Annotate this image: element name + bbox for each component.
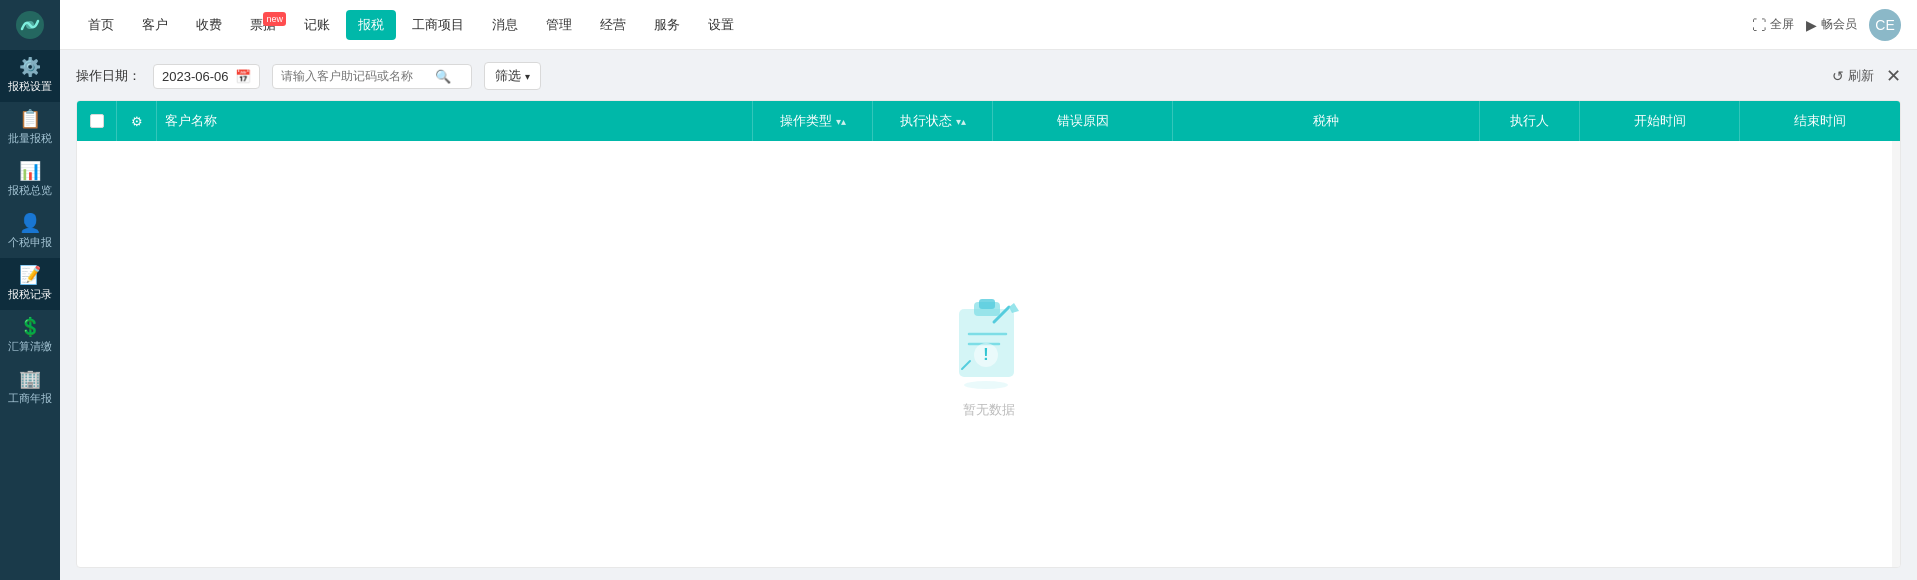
sidebar-item-baoshui-jilu[interactable]: 📝 报税记录	[0, 258, 60, 310]
sidebar-item-huisuan-jiaona[interactable]: 💲 汇算清缴	[0, 310, 60, 362]
nav-item-shoufei[interactable]: 收费	[184, 10, 234, 40]
sidebar: ⚙️ 报税设置 📋 批量报税 📊 报税总览 👤 个税申报 📝 报税记录 💲 汇算…	[0, 0, 60, 580]
filter-chevron-icon: ▾	[525, 71, 530, 82]
empty-illustration: !	[944, 289, 1034, 389]
filter-label: 筛选	[495, 67, 521, 85]
refresh-icon: ↺	[1832, 68, 1844, 84]
filter-button[interactable]: 筛选 ▾	[484, 62, 541, 90]
th-executor: 执行人	[1480, 101, 1580, 141]
nav-item-gongshang-xiangmu[interactable]: 工商项目	[400, 10, 476, 40]
sort-icon: ▾▴	[836, 116, 846, 127]
nav-item-jingying[interactable]: 经营	[588, 10, 638, 40]
th-name: 客户名称	[157, 101, 753, 141]
nav-item-kehu[interactable]: 客户	[130, 10, 180, 40]
svg-rect-4	[979, 299, 995, 309]
th-tax-type: 税种	[1173, 101, 1480, 141]
member-button[interactable]: ▶ 畅会员	[1806, 16, 1857, 33]
nav-item-jizhi[interactable]: 记账	[292, 10, 342, 40]
nav-item-guanli[interactable]: 管理	[534, 10, 584, 40]
fullscreen-icon: ⛶	[1752, 17, 1766, 33]
nav-badge-new: new	[263, 12, 286, 26]
main-area: 首页 客户 收费 票据 new 记账 报税 工商项目 消息	[60, 0, 1917, 580]
th-op-type[interactable]: 操作类型 ▾▴	[753, 101, 873, 141]
sidebar-item-label: 汇算清缴	[8, 339, 52, 354]
member-label: 畅会员	[1821, 16, 1857, 33]
refresh-label: 刷新	[1848, 67, 1874, 85]
nav-item-shouye[interactable]: 首页	[76, 10, 126, 40]
nav-item-fuwu[interactable]: 服务	[642, 10, 692, 40]
refresh-button[interactable]: ↺ 刷新	[1832, 67, 1874, 85]
th-status[interactable]: 执行状态 ▾▴	[873, 101, 993, 141]
select-all-checkbox[interactable]	[90, 114, 104, 128]
nav-item-baoshui[interactable]: 报税	[346, 10, 396, 40]
empty-state: ! 暂无数据	[944, 289, 1034, 419]
baoshui-zonlan-icon: 📊	[19, 162, 41, 180]
empty-text: 暂无数据	[963, 401, 1015, 419]
sidebar-item-geshui-shenbao[interactable]: 👤 个税申报	[0, 206, 60, 258]
sidebar-logo	[0, 0, 60, 50]
nav-item-shezhi[interactable]: 设置	[696, 10, 746, 40]
svg-point-11	[964, 381, 1008, 389]
fullscreen-button[interactable]: ⛶ 全屏	[1752, 16, 1794, 33]
sort-icon: ▾▴	[956, 116, 966, 127]
search-icon: 🔍	[435, 69, 451, 84]
table-body: ! 暂无数据	[77, 141, 1900, 567]
sidebar-item-baoshui-zonlan[interactable]: 📊 报税总览	[0, 154, 60, 206]
date-picker[interactable]: 2023-06-06 📅	[153, 64, 260, 89]
scroll-track[interactable]	[1892, 141, 1900, 567]
th-error-reason: 错误原因	[993, 101, 1173, 141]
content: 操作日期： 2023-06-06 📅 🔍 筛选 ▾ ↺ 刷新 ✕	[60, 50, 1917, 580]
toolbar: 操作日期： 2023-06-06 📅 🔍 筛选 ▾ ↺ 刷新 ✕	[76, 62, 1901, 90]
member-icon: ▶	[1806, 17, 1817, 33]
table-container: ⚙ 客户名称 操作类型 ▾▴ 执行状态 ▾▴ 错误原因 税种	[76, 100, 1901, 568]
th-checkbox[interactable]	[77, 101, 117, 141]
piliang-baoshui-icon: 📋	[19, 110, 41, 128]
top-nav: 首页 客户 收费 票据 new 记账 报税 工商项目 消息	[60, 0, 1917, 50]
sidebar-item-label: 报税记录	[8, 287, 52, 302]
user-avatar[interactable]: CE	[1869, 9, 1901, 41]
gongshang-nianbao-icon: 🏢	[19, 370, 41, 388]
date-value: 2023-06-06	[162, 69, 229, 84]
search-box[interactable]: 🔍	[272, 64, 472, 89]
th-gear[interactable]: ⚙	[117, 101, 157, 141]
th-end-time: 结束时间	[1740, 101, 1900, 141]
table-header: ⚙ 客户名称 操作类型 ▾▴ 执行状态 ▾▴ 错误原因 税种	[77, 101, 1900, 141]
huisuan-jiaona-icon: 💲	[19, 318, 41, 336]
nav-item-piaoju[interactable]: 票据 new	[238, 10, 288, 40]
baoshui-shezhi-icon: ⚙️	[19, 58, 41, 76]
sidebar-item-label: 批量报税	[8, 131, 52, 146]
nav-right: ⛶ 全屏 ▶ 畅会员 CE	[1752, 9, 1901, 41]
nav-item-xiaoxi[interactable]: 消息	[480, 10, 530, 40]
sidebar-item-piliang-baoshui[interactable]: 📋 批量报税	[0, 102, 60, 154]
user-avatar-text: CE	[1875, 17, 1894, 33]
baoshui-jilu-icon: 📝	[19, 266, 41, 284]
sidebar-item-label: 工商年报	[8, 391, 52, 406]
fullscreen-label: 全屏	[1770, 16, 1794, 33]
toolbar-right: ↺ 刷新 ✕	[1832, 67, 1901, 85]
geshui-shenbao-icon: 👤	[19, 214, 41, 232]
sidebar-item-label: 报税设置	[8, 79, 52, 94]
search-input[interactable]	[281, 69, 431, 83]
nav-items: 首页 客户 收费 票据 new 记账 报税 工商项目 消息	[76, 10, 1752, 40]
svg-text:!: !	[983, 346, 988, 363]
calendar-icon: 📅	[235, 69, 251, 84]
close-button[interactable]: ✕	[1886, 67, 1901, 85]
sidebar-item-gongshang-nianbao[interactable]: 🏢 工商年报	[0, 362, 60, 414]
svg-point-1	[26, 21, 34, 29]
sidebar-item-baoshui-shezhi[interactable]: ⚙️ 报税设置	[0, 50, 60, 102]
gear-icon: ⚙	[131, 114, 143, 129]
sidebar-item-label: 个税申报	[8, 235, 52, 250]
date-label: 操作日期：	[76, 67, 141, 85]
sidebar-item-label: 报税总览	[8, 183, 52, 198]
th-start-time: 开始时间	[1580, 101, 1740, 141]
